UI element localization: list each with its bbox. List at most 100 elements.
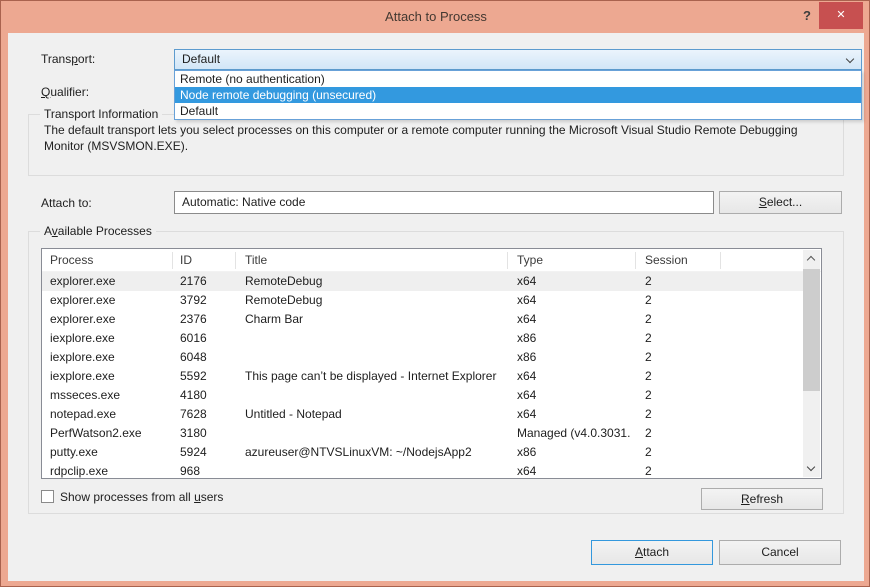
attach-button[interactable]: Attach <box>591 540 713 565</box>
column-divider <box>235 252 236 269</box>
cell-session: 2 <box>645 272 715 291</box>
cell-title: Untitled - Notepad <box>245 405 503 424</box>
process-row[interactable]: iexplore.exe 6016 x86 2 <box>42 329 804 348</box>
cell-title: RemoteDebug <box>245 272 503 291</box>
column-divider <box>172 252 173 269</box>
cell-process: explorer.exe <box>50 291 172 310</box>
process-row[interactable]: explorer.exe 3792 RemoteDebug x64 2 <box>42 291 804 310</box>
cell-session: 2 <box>645 367 715 386</box>
cell-type: x64 <box>517 291 631 310</box>
cell-process: rdpclip.exe <box>50 462 172 478</box>
qualifier-label: Qualifier: <box>41 85 89 99</box>
process-row[interactable]: PerfWatson2.exe 3180 Managed (v4.0.3031.… <box>42 424 804 443</box>
select-button[interactable]: Select... <box>719 191 842 214</box>
cell-title: RemoteDebug <box>245 291 503 310</box>
scroll-down-button[interactable] <box>803 460 820 477</box>
dropdown-item[interactable]: Remote (no authentication) <box>175 71 861 87</box>
process-row[interactable]: notepad.exe 7628 Untitled - Notepad x64 … <box>42 405 804 424</box>
cell-process: explorer.exe <box>50 310 172 329</box>
process-table: Process ID Title Type Session explorer.e… <box>41 248 822 479</box>
dropdown-item[interactable]: Default <box>175 103 861 119</box>
cell-type: x86 <box>517 329 631 348</box>
cell-id: 2176 <box>180 272 230 291</box>
attach-to-value: Automatic: Native code <box>182 195 305 209</box>
cell-session: 2 <box>645 348 715 367</box>
cell-type: x64 <box>517 272 631 291</box>
cell-id: 5924 <box>180 443 230 462</box>
cell-title <box>245 348 503 367</box>
cell-session: 2 <box>645 386 715 405</box>
column-header-session[interactable]: Session <box>645 249 715 272</box>
process-table-header[interactable]: Process ID Title Type Session <box>42 249 821 272</box>
cell-process: putty.exe <box>50 443 172 462</box>
vertical-scrollbar[interactable] <box>803 250 820 477</box>
cell-process: PerfWatson2.exe <box>50 424 172 443</box>
process-row[interactable]: iexplore.exe 5592 This page can’t be dis… <box>42 367 804 386</box>
cell-id: 7628 <box>180 405 230 424</box>
column-header-title[interactable]: Title <box>245 249 503 272</box>
process-row[interactable]: msseces.exe 4180 x64 2 <box>42 386 804 405</box>
cell-process: explorer.exe <box>50 272 172 291</box>
help-icon[interactable]: ? <box>797 1 817 31</box>
cell-id: 968 <box>180 462 230 478</box>
cell-process: iexplore.exe <box>50 348 172 367</box>
cell-session: 2 <box>645 329 715 348</box>
cell-type: Managed (v4.0.3031... <box>517 424 631 443</box>
cell-process: msseces.exe <box>50 386 172 405</box>
cell-process: notepad.exe <box>50 405 172 424</box>
dropdown-item[interactable]: Node remote debugging (unsecured) <box>175 87 861 103</box>
cell-title: Charm Bar <box>245 310 503 329</box>
process-row[interactable]: explorer.exe 2176 RemoteDebug x64 2 <box>42 272 804 291</box>
cell-session: 2 <box>645 443 715 462</box>
attach-to-process-dialog: Attach to Process ? ✕ Transport: Default… <box>0 0 870 587</box>
transport-combobox-value: Default <box>182 52 220 66</box>
title-bar[interactable]: Attach to Process ? ✕ <box>1 1 870 33</box>
cell-type: x64 <box>517 386 631 405</box>
process-row[interactable]: rdpclip.exe 968 x64 2 <box>42 462 804 478</box>
column-divider <box>507 252 508 269</box>
available-processes-title: Available Processes <box>40 224 156 238</box>
column-header-id[interactable]: ID <box>180 249 230 272</box>
cell-title <box>245 462 503 478</box>
cell-type: x64 <box>517 367 631 386</box>
cell-title <box>245 424 503 443</box>
cell-id: 6016 <box>180 329 230 348</box>
column-divider <box>720 252 721 269</box>
process-row[interactable]: iexplore.exe 6048 x86 2 <box>42 348 804 367</box>
cell-type: x86 <box>517 443 631 462</box>
cell-type: x86 <box>517 348 631 367</box>
attach-to-input[interactable]: Automatic: Native code <box>174 191 714 214</box>
refresh-button[interactable]: Refresh <box>701 488 823 510</box>
transport-combobox[interactable]: Default <box>174 49 862 70</box>
cell-type: x64 <box>517 405 631 424</box>
process-row[interactable]: explorer.exe 2376 Charm Bar x64 2 <box>42 310 804 329</box>
cell-session: 2 <box>645 405 715 424</box>
close-icon: ✕ <box>836 9 845 21</box>
cell-process: iexplore.exe <box>50 329 172 348</box>
cell-id: 3792 <box>180 291 230 310</box>
column-header-type[interactable]: Type <box>517 249 631 272</box>
column-header-process[interactable]: Process <box>50 249 168 272</box>
cell-id: 2376 <box>180 310 230 329</box>
chevron-down-icon <box>846 55 854 63</box>
transport-information-description: The default transport lets you select pr… <box>44 122 836 154</box>
cell-id: 6048 <box>180 348 230 367</box>
scroll-up-button[interactable] <box>803 250 820 267</box>
scrollbar-track[interactable] <box>803 267 820 460</box>
chevron-down-icon <box>807 463 815 471</box>
attach-to-label: Attach to: <box>41 196 92 210</box>
process-row[interactable]: putty.exe 5924 azureuser@NTVSLinuxVM: ~/… <box>42 443 804 462</box>
cell-session: 2 <box>645 310 715 329</box>
cell-title: This page can’t be displayed - Internet … <box>245 367 503 386</box>
scrollbar-thumb[interactable] <box>803 269 820 391</box>
close-button[interactable]: ✕ <box>819 2 863 29</box>
show-all-users-label[interactable]: Show processes from all users <box>60 490 223 504</box>
cancel-button[interactable]: Cancel <box>719 540 841 565</box>
cell-title <box>245 329 503 348</box>
transport-dropdown-list: Remote (no authentication) Node remote d… <box>174 70 862 120</box>
show-all-users-checkbox[interactable] <box>41 490 54 503</box>
cell-id: 3180 <box>180 424 230 443</box>
cell-id: 5592 <box>180 367 230 386</box>
chevron-up-icon <box>807 256 815 264</box>
transport-information-group: Transport Information The default transp… <box>28 114 844 176</box>
